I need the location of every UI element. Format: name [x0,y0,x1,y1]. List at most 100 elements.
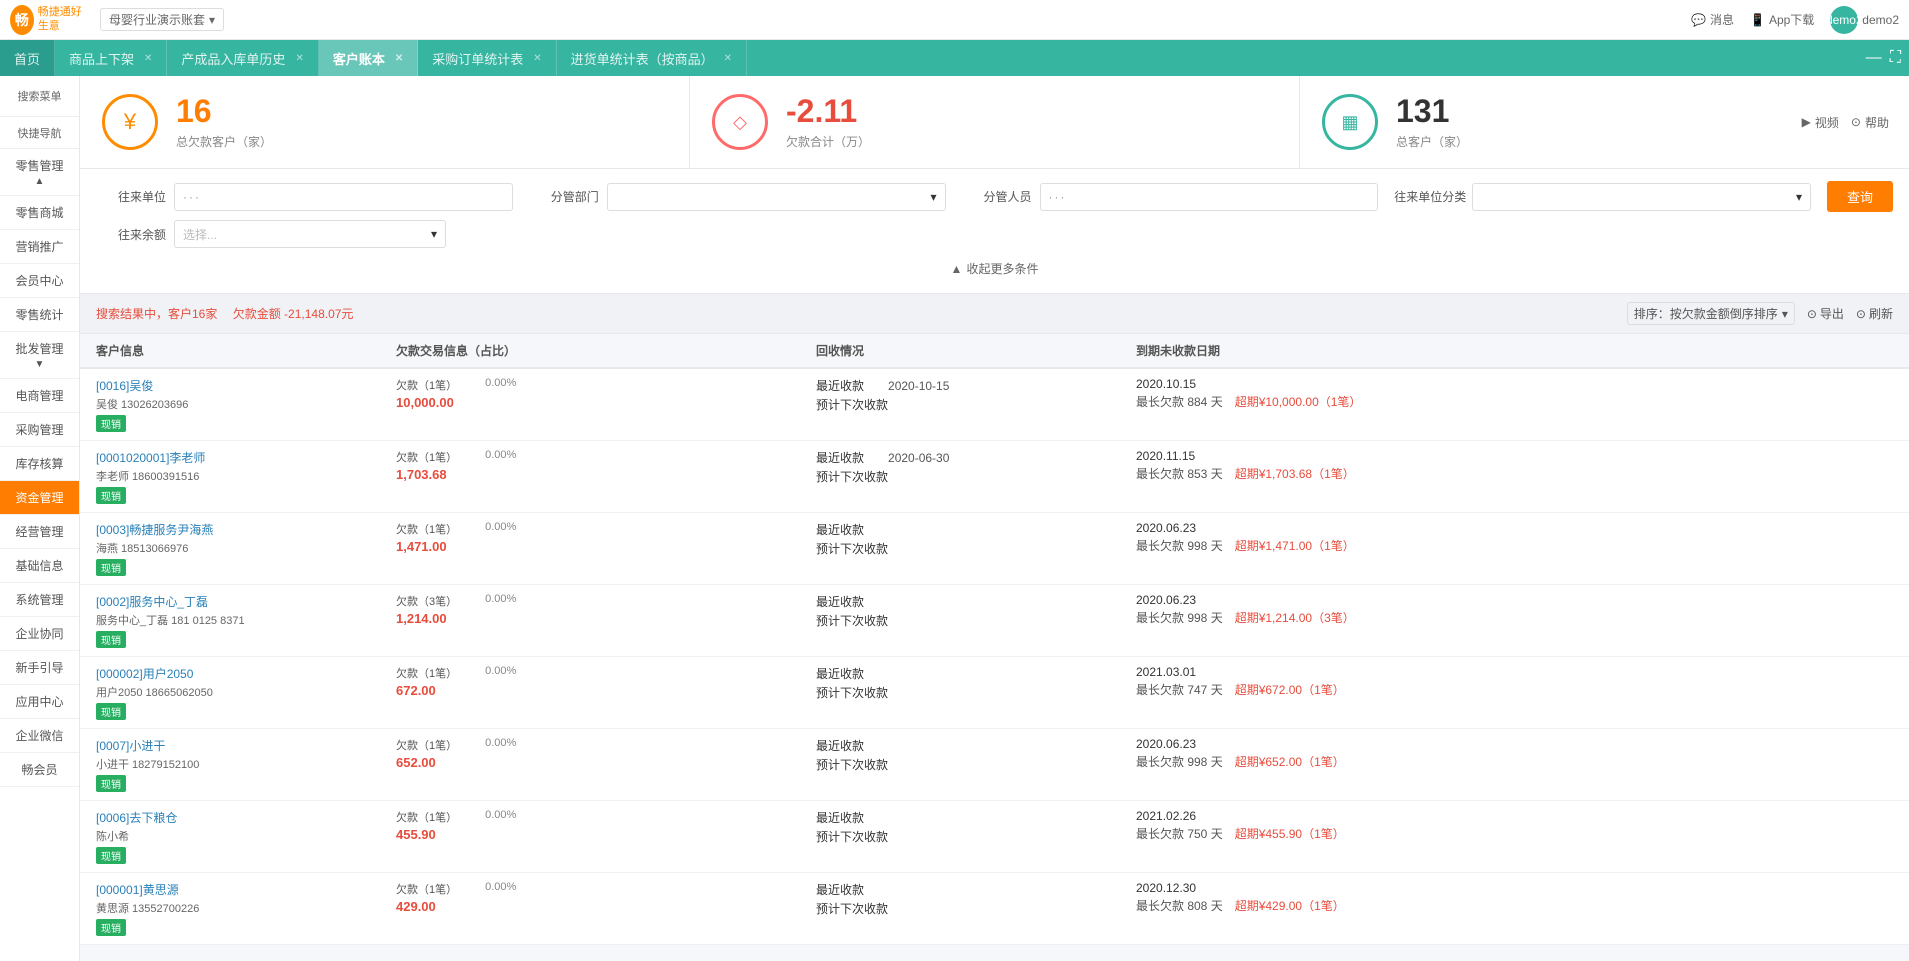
customer-name-2[interactable]: [0001020001]李老师 [96,449,396,466]
tab-purchase-stats[interactable]: 采购订单统计表 ✕ [418,40,556,76]
status-badge-4: 现销 [96,631,126,648]
customer-name-3[interactable]: [0003]畅捷服务尹海燕 [96,521,396,538]
sidebar-item-marketing[interactable]: 营销推广 [0,230,79,264]
export-btn[interactable]: ⊙ 导出 [1807,305,1844,322]
quick-nav-btn[interactable]: 快捷导航 [0,117,79,149]
customer-name-6[interactable]: [0007]小进干 [96,737,396,754]
category-input[interactable]: ▾ [1472,183,1811,211]
close-icon[interactable]: ✕ [295,53,303,64]
debt-info-5: 欠款（1笔） 672.00 0.00% [396,665,816,720]
filter-label-dept: 分管部门 [529,188,599,205]
search-menu-btn[interactable]: 搜索菜单 [0,76,79,117]
overdue-link-4[interactable]: 超期¥1,214.00（3笔） [1235,611,1355,625]
overdue-link-5[interactable]: 超期¥672.00（1笔） [1235,683,1345,697]
close-icon[interactable]: ✕ [395,53,403,64]
overdue-link-6[interactable]: 超期¥652.00（1笔） [1235,755,1345,769]
card-body-total: 131 总客户（家） [1396,94,1766,150]
table-row: [0007]小进干 小进干 18279152100 现销 欠款（1笔） 652.… [80,729,1909,801]
customer-name-4[interactable]: [0002]服务中心_丁磊 [96,593,396,610]
sidebar-item-member[interactable]: 会员中心 [0,264,79,298]
org-selector[interactable]: 母婴行业演示账套 ▾ [100,8,224,31]
table-row: [0016]吴俊 吴俊 13026203696 现销 欠款（1笔） 10,000… [80,369,1909,441]
logo-text: 畅捷通好生意 [38,6,90,32]
tab-customer-ledger[interactable]: 客户账本 ✕ [319,40,418,76]
customer-name-1[interactable]: [0016]吴俊 [96,377,396,394]
table-row: [0006]去下粮仓 陈小希 现销 欠款（1笔） 455.90 0.00% 最近… [80,801,1909,873]
customer-name-8[interactable]: [000001]黄思源 [96,881,396,898]
minimize-icon[interactable]: — [1866,49,1882,67]
customer-name-5[interactable]: [000002]用户2050 [96,665,396,682]
status-badge-6: 现销 [96,775,126,792]
customer-name-7[interactable]: [0006]去下粮仓 [96,809,396,826]
customer-phone-5: 用户2050 18665062050 [96,684,396,700]
sidebar-item-wholesale-mgmt[interactable]: 批发管理 ▼ [0,332,79,379]
tab-home[interactable]: 首页 [0,40,55,76]
sidebar-item-retail-stats[interactable]: 零售统计 [0,298,79,332]
debt-total-number: -2.11 [786,94,1279,129]
customer-info-6: [0007]小进干 小进干 18279152100 现销 [96,737,396,792]
debt-total-label: 欠款合计（万） [786,133,1279,150]
video-btn[interactable]: ▶ 视频 [1802,114,1839,131]
search-button[interactable]: 查询 [1827,181,1893,212]
overdue-link-2[interactable]: 超期¥1,703.68（1笔） [1235,467,1355,481]
message-icon: 💬 [1691,13,1706,27]
chevron-down-icon: ▾ [431,227,437,241]
sidebar-item-ecommerce[interactable]: 电商管理 [0,379,79,413]
col-header-collection: 回收情况 [816,342,1136,359]
collapse-filter-btn[interactable]: ▲ 收起更多条件 [96,256,1893,281]
sidebar-item-purchase[interactable]: 采购管理 [0,413,79,447]
department-input[interactable]: ▾ [607,183,946,211]
overdue-link-3[interactable]: 超期¥1,471.00（1笔） [1235,539,1355,553]
tab-product-listing[interactable]: 商品上下架 ✕ [55,40,167,76]
export-icon: ⊙ [1807,307,1817,321]
result-info-bar: 搜索结果中，客户16家 欠款金额 -21,148.07元 排序：按欠款金额倒序排… [80,294,1909,334]
filter-counterpart: 往来单位 ··· [96,183,513,211]
close-icon[interactable]: ✕ [533,53,541,64]
message-btn[interactable]: 💬 消息 [1691,11,1734,28]
sidebar-item-app-center[interactable]: 应用中心 [0,685,79,719]
sidebar-item-operations[interactable]: 经营管理 [0,515,79,549]
debt-info-2: 欠款（1笔） 1,703.68 0.00% [396,449,816,504]
total-customers-number: 131 [1396,94,1766,129]
close-icon[interactable]: ✕ [724,53,732,64]
overdue-link-8[interactable]: 超期¥429.00（1笔） [1235,899,1345,913]
tab-product-history[interactable]: 产成品入库单历史 ✕ [167,40,318,76]
maximize-icon[interactable]: ⛶ [1890,49,1901,67]
chevron-down-icon: ▲ [35,176,45,187]
overdue-link-1[interactable]: 超期¥10,000.00（1笔） [1235,395,1362,409]
summary-card-debt-total: ◇ -2.11 欠款合计（万） [690,76,1300,168]
sidebar-item-finance[interactable]: 资金管理 [0,481,79,515]
filter-label-category: 往来单位分类 [1394,188,1464,205]
balance-input[interactable]: 选择... ▾ [174,220,446,248]
debt-info-3: 欠款（1笔） 1,471.00 0.00% [396,521,816,576]
help-btn[interactable]: ⊙ 帮助 [1851,114,1889,131]
overdue-info-6: 2020.06.23 最长欠款 998 天 超期¥652.00（1笔） [1136,737,1893,792]
chevron-down-icon: ▾ [1782,307,1788,321]
user-avatar[interactable]: demo2 demo2 [1830,6,1899,34]
sidebar-item-basic-info[interactable]: 基础信息 [0,549,79,583]
overdue-info-5: 2021.03.01 最长欠款 747 天 超期¥672.00（1笔） [1136,665,1893,720]
data-table: 客户信息 欠款交易信息（占比） 回收情况 到期未收款日期 [0016]吴俊 吴俊… [80,334,1909,945]
tab-purchase-product-stats[interactable]: 进货单统计表（按商品） ✕ [557,40,747,76]
app-download-btn[interactable]: 📱 App下载 [1750,11,1814,28]
filter-row-1: 往来单位 ··· 分管部门 ▾ 分管人员 ··· [96,181,1893,212]
refresh-btn[interactable]: ⊙ 刷新 [1856,305,1893,322]
collection-info-8: 最近收款 预计下次收款 [816,881,1136,936]
sidebar-item-member-pro[interactable]: 畅会员 [0,753,79,787]
overdue-link-7[interactable]: 超期¥455.90（1笔） [1235,827,1345,841]
sidebar-item-newbie-guide[interactable]: 新手引导 [0,651,79,685]
manager-input[interactable]: ··· [1040,183,1379,211]
sidebar-item-enterprise-wechat[interactable]: 企业微信 [0,719,79,753]
sidebar-item-inventory[interactable]: 库存核算 [0,447,79,481]
close-icon[interactable]: ✕ [144,53,152,64]
sidebar-item-retail-mgmt[interactable]: 零售管理 ▲ [0,149,79,196]
sidebar-item-enterprise-collab[interactable]: 企业协同 [0,617,79,651]
sidebar-item-retail-mall[interactable]: 零售商城 [0,196,79,230]
counterpart-input[interactable]: ··· [174,183,513,211]
debt-info-6: 欠款（1笔） 652.00 0.00% [396,737,816,792]
sidebar-item-system[interactable]: 系统管理 [0,583,79,617]
customer-info-3: [0003]畅捷服务尹海燕 海燕 18513066976 现销 [96,521,396,576]
filter-balance: 往来余额 选择... ▾ [96,220,446,248]
sidebar: 搜索菜单 快捷导航 零售管理 ▲ 零售商城 营销推广 会员中心 零售统计 批发管… [0,76,80,961]
sort-select[interactable]: 排序：按欠款金额倒序排序 ▾ [1627,302,1795,325]
